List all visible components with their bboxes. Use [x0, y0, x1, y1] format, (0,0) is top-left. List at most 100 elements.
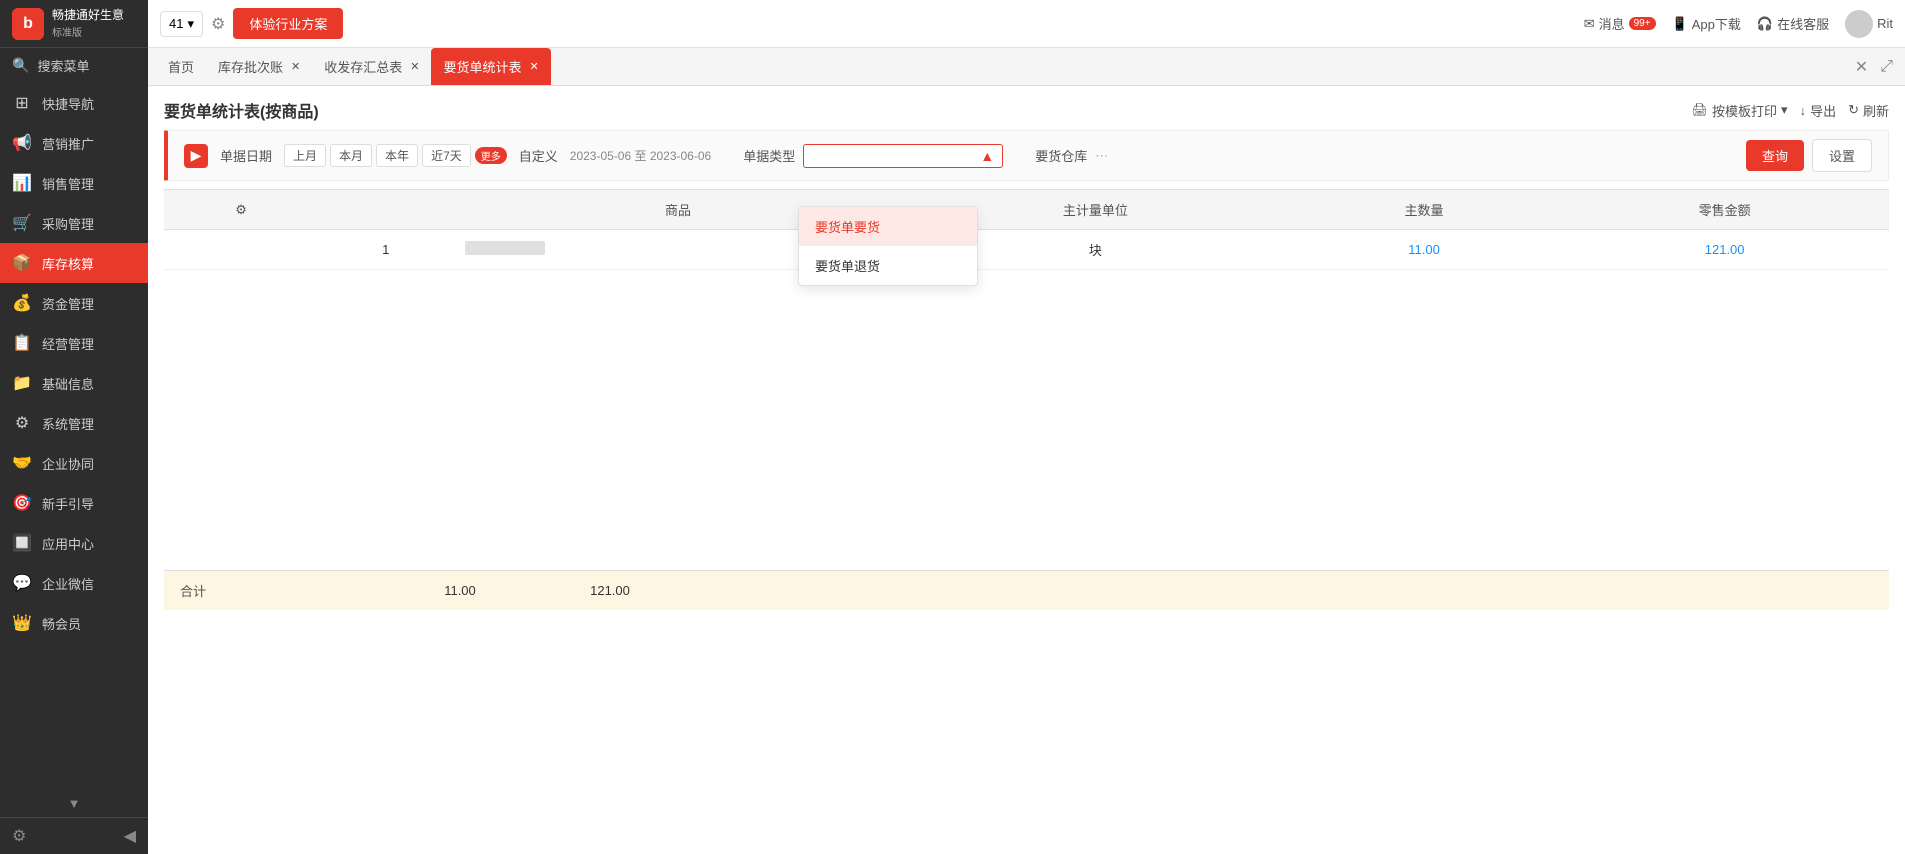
tab-receivable-summary[interactable]: 收发存汇总表 ✕ [312, 48, 431, 85]
tab-inventory-batch[interactable]: 库存批次账 ✕ [206, 48, 312, 85]
sidebar-item-enterprise[interactable]: 🤝 企业协同 [0, 443, 148, 483]
sidebar-item-base-info-label: 基础信息 [42, 374, 94, 393]
dropdown-item-return[interactable]: 要货单退货 [799, 246, 977, 285]
tab-order-stats-close[interactable]: ✕ [530, 60, 539, 73]
sidebar-item-marketing-label: 营销推广 [42, 134, 94, 153]
sidebar-item-guide[interactable]: 🎯 新手引导 [0, 483, 148, 523]
sidebar-item-finance[interactable]: 💰 资金管理 [0, 283, 148, 323]
type-filter-arrow-icon[interactable]: ▲ [980, 148, 994, 164]
sidebar-item-management[interactable]: 📋 经营管理 [0, 323, 148, 363]
tab-order-stats[interactable]: 要货单统计表 ✕ [431, 48, 550, 85]
sidebar-item-base-info[interactable]: 📁 基础信息 [0, 363, 148, 403]
sidebar-item-quick-nav[interactable]: ⊞ 快捷导航 [0, 83, 148, 123]
tab-inventory-batch-close[interactable]: ✕ [291, 60, 300, 73]
online-support-btn[interactable]: 🎧 在线客服 [1757, 14, 1829, 33]
sidebar-item-marketing[interactable]: 📢 营销推广 [0, 123, 148, 163]
row-amount-cell: 121.00 [1560, 230, 1889, 270]
search-menu[interactable]: 🔍 搜索菜单 [0, 48, 148, 83]
user-avatar-btn[interactable]: Rit [1845, 10, 1893, 38]
collapse-icon[interactable]: ◀ [124, 826, 136, 846]
type-filter-input[interactable]: ▲ [803, 144, 1003, 168]
table-area: ⚙ 商品 主计量单位 主数量 零售金额 1 [148, 189, 1905, 270]
sidebar-item-purchase[interactable]: 🛒 采购管理 [0, 203, 148, 243]
company-selector[interactable]: 41 ▾ [160, 11, 203, 37]
sidebar-item-system-label: 系统管理 [42, 414, 94, 433]
sidebar-item-wechat-label: 企业微信 [42, 574, 94, 593]
export-icon: ↓ [1800, 103, 1807, 118]
settings-button[interactable]: 设置 [1812, 139, 1872, 172]
print-chevron-icon: ▾ [1781, 102, 1788, 118]
tab-receivable-summary-label: 收发存汇总表 [324, 57, 402, 76]
this-month-btn[interactable]: 本月 [330, 144, 372, 167]
system-icon: ⚙ [12, 413, 32, 433]
settings-bottom-icon[interactable]: ⚙ [12, 826, 26, 846]
query-button[interactable]: 查询 [1746, 140, 1804, 171]
sidebar-scroll-down[interactable]: ▼ [0, 790, 148, 817]
refresh-btn[interactable]: ↻ 刷新 [1848, 101, 1889, 120]
filter-bar: ▶ 单据日期 上月 本月 本年 近7天 更多 自定义 2023-05-06 至 … [164, 130, 1889, 181]
tab-receivable-summary-close[interactable]: ✕ [410, 60, 419, 73]
messages-btn[interactable]: ✉ 消息 99+ [1584, 14, 1656, 33]
row-amount-link[interactable]: 121.00 [1705, 242, 1745, 257]
date-more-badge[interactable]: 更多 [475, 147, 507, 164]
page-title: 要货单统计表(按商品) [164, 98, 319, 122]
dropdown-item-requisition[interactable]: 要货单要货 [799, 207, 977, 246]
print-template-label: 按模板打印 [1712, 101, 1777, 120]
table-settings-icon[interactable]: ⚙ [235, 202, 247, 217]
tab-bar-close-btn[interactable]: ✕ [1847, 57, 1876, 77]
last-month-btn[interactable]: 上月 [284, 144, 326, 167]
footer-total-label: 合计 [180, 581, 420, 600]
data-table: ⚙ 商品 主计量单位 主数量 零售金额 1 [164, 189, 1889, 270]
sidebar-item-management-label: 经营管理 [42, 334, 94, 353]
export-btn[interactable]: ↓ 导出 [1800, 101, 1837, 120]
this-year-btn[interactable]: 本年 [376, 144, 418, 167]
sidebar-item-app-center[interactable]: 🔲 应用中心 [0, 523, 148, 563]
date-quick-btns: 上月 本月 本年 近7天 更多 [284, 144, 507, 167]
last-7-days-btn[interactable]: 近7天 [422, 144, 471, 167]
col-quantity: 主数量 [1288, 190, 1560, 230]
messages-badge: 99+ [1629, 17, 1656, 30]
main-area: 41 ▾ ⚙ 体验行业方案 ✉ 消息 99+ 📱 App下载 🎧 在线客服 R [148, 0, 1905, 854]
sidebar-item-app-center-label: 应用中心 [42, 534, 94, 553]
management-icon: 📋 [12, 333, 32, 353]
sidebar-nav: ⊞ 快捷导航 📢 营销推广 📊 销售管理 🛒 采购管理 📦 库存核算 💰 资金管… [0, 83, 148, 790]
topbar: 41 ▾ ⚙ 体验行业方案 ✉ 消息 99+ 📱 App下载 🎧 在线客服 R [148, 0, 1905, 48]
promo-button[interactable]: 体验行业方案 [233, 8, 343, 39]
guide-icon: 🎯 [12, 493, 32, 513]
product-placeholder [465, 241, 545, 255]
custom-date-btn[interactable]: 自定义 [519, 146, 558, 165]
sidebar-item-inventory-label: 库存核算 [42, 254, 94, 273]
row-index-cell: 1 [318, 230, 453, 270]
print-template-btn[interactable]: 🖨 按模板打印 ▾ [1692, 101, 1788, 120]
col-amount: 零售金额 [1560, 190, 1889, 230]
sidebar-item-wechat[interactable]: 💬 企业微信 [0, 563, 148, 603]
app-logo: b 畅捷通好生意 标准版 [0, 0, 148, 48]
phone-icon: 📱 [1672, 16, 1688, 32]
filter-expand-btn[interactable]: ▶ [184, 144, 208, 168]
chevron-down-icon: ▾ [187, 16, 194, 32]
sidebar-item-guide-label: 新手引导 [42, 494, 94, 513]
app-download-btn[interactable]: 📱 App下载 [1672, 14, 1741, 33]
tab-bar-expand-btn[interactable]: ⤢ [1876, 58, 1897, 76]
col-settings[interactable]: ⚙ [164, 190, 318, 230]
search-menu-label: 搜索菜单 [37, 56, 89, 75]
warehouse-filter-section: 要货仓库 ⋯ [1035, 146, 1108, 165]
vip-icon: 👑 [12, 613, 32, 633]
sidebar-item-vip[interactable]: 👑 畅会员 [0, 603, 148, 643]
date-range-display: 2023-05-06 至 2023-06-06 [570, 147, 711, 164]
tab-home[interactable]: 首页 [156, 48, 206, 85]
message-icon: ✉ [1584, 16, 1595, 32]
sidebar-item-quick-nav-label: 快捷导航 [42, 94, 94, 113]
page-actions: 🖨 按模板打印 ▾ ↓ 导出 ↻ 刷新 [1692, 101, 1890, 120]
marketing-icon: 📢 [12, 133, 32, 153]
sidebar-item-inventory[interactable]: 📦 库存核算 [0, 243, 148, 283]
finance-icon: 💰 [12, 293, 32, 313]
sidebar-item-system[interactable]: ⚙ 系统管理 [0, 403, 148, 443]
row-quantity-link[interactable]: 11.00 [1408, 242, 1440, 257]
sales-icon: 📊 [12, 173, 32, 193]
topbar-settings-icon[interactable]: ⚙ [211, 14, 225, 34]
row-quantity-cell: 11.00 [1288, 230, 1560, 270]
sidebar-item-sales[interactable]: 📊 销售管理 [0, 163, 148, 203]
page-header: 要货单统计表(按商品) 🖨 按模板打印 ▾ ↓ 导出 ↻ 刷新 [148, 86, 1905, 130]
warehouse-more-icon[interactable]: ⋯ [1095, 148, 1108, 164]
